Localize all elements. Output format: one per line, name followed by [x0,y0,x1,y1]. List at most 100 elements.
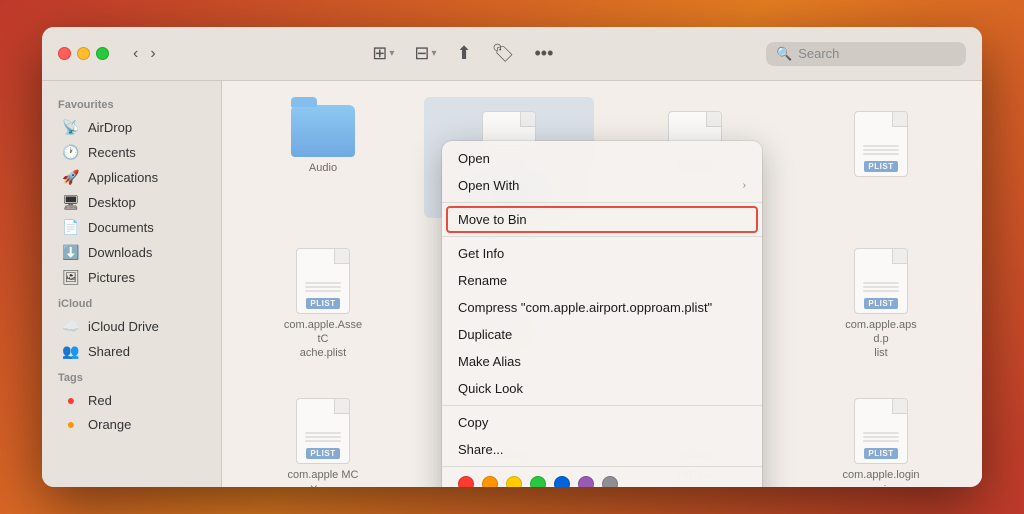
share-icon: ⬆ [457,43,472,64]
chevron-right-icon: › [743,180,746,191]
sidebar-item-label: iCloud Drive [88,319,159,334]
ctx-compress-label: Compress "com.apple.airport.opproam.plis… [458,300,712,315]
red-tag-icon: ● [62,392,80,408]
sidebar-item-label: Desktop [88,195,136,210]
toolbar-center: ⊞ ▾ ⊟ ▾ ⬆ 🏷 ••• [172,39,754,68]
main-content: Audio PLIST com.apple.a.opproam. [222,81,982,487]
sidebar-item-pictures[interactable]: 🖼 Pictures [46,265,217,290]
ctx-quick-look[interactable]: Quick Look [442,375,762,402]
color-dot-yellow[interactable] [506,476,522,487]
shared-icon: 👥 [62,343,80,360]
sidebar-item-label: Shared [88,344,130,359]
sidebar-item-desktop[interactable]: 🖥 Desktop [46,190,217,215]
ctx-separator-2 [442,236,762,237]
sidebar-item-downloads[interactable]: ⬇️ Downloads [46,240,217,265]
window-body: Favourites 📡 AirDrop 🕐 Recents 🚀 Applica… [42,81,982,487]
color-dot-blue[interactable] [554,476,570,487]
finder-window: ‹ › ⊞ ▾ ⊟ ▾ ⬆ 🏷 ••• 🔍 Search [42,27,982,487]
sidebar-item-recents[interactable]: 🕐 Recents [46,140,217,165]
sidebar-item-label: Applications [88,170,158,185]
ctx-separator-4 [442,466,762,467]
tag-button[interactable]: 🏷 [486,39,521,68]
applications-icon: 🚀 [62,169,80,186]
tags-section-title: Tags [42,364,221,388]
desktop-icon: 🖥 [62,194,80,211]
ctx-open-with[interactable]: Open With › [442,172,762,199]
titlebar: ‹ › ⊞ ▾ ⊟ ▾ ⬆ 🏷 ••• 🔍 Search [42,27,982,81]
grid-icon: ⊞ [372,43,387,64]
sidebar-item-label: Downloads [88,245,152,260]
ctx-make-alias-label: Make Alias [458,354,521,369]
ctx-move-to-bin-label: Move to Bin [458,212,527,227]
sidebar-item-label: Red [88,393,112,408]
icloud-icon: ☁️ [62,318,80,335]
list-icon: ⊟ [414,43,429,64]
sidebar-item-shared[interactable]: 👥 Shared [46,339,217,364]
nav-buttons: ‹ › [129,43,160,65]
ctx-share-label: Share... [458,442,504,457]
ctx-copy[interactable]: Copy [442,409,762,436]
ctx-rename[interactable]: Rename [442,267,762,294]
back-button[interactable]: ‹ [129,43,142,65]
ctx-move-to-bin[interactable]: Move to Bin [446,206,758,233]
orange-tag-icon: ● [62,416,80,432]
sidebar-item-documents[interactable]: 📄 Documents [46,215,217,240]
color-dot-gray[interactable] [602,476,618,487]
search-placeholder: Search [798,46,839,61]
minimize-button[interactable] [77,47,90,60]
color-dot-red[interactable] [458,476,474,487]
ctx-duplicate-label: Duplicate [458,327,512,342]
sidebar-item-airdrop[interactable]: 📡 AirDrop [46,115,217,140]
sidebar-item-label: Recents [88,145,136,160]
tag-icon: 🏷 [492,43,515,64]
airdrop-icon: 📡 [62,119,80,136]
maximize-button[interactable] [96,47,109,60]
sidebar: Favourites 📡 AirDrop 🕐 Recents 🚀 Applica… [42,81,222,487]
ctx-quick-look-label: Quick Look [458,381,523,396]
color-dot-purple[interactable] [578,476,594,487]
ctx-make-alias[interactable]: Make Alias [442,348,762,375]
sidebar-item-label: Documents [88,220,154,235]
sidebar-item-red-tag[interactable]: ● Red [46,388,217,412]
ctx-get-info[interactable]: Get Info [442,240,762,267]
view-list-button[interactable]: ⊟ ▾ [408,39,442,68]
close-button[interactable] [58,47,71,60]
ctx-open[interactable]: Open [442,145,762,172]
downloads-icon: ⬇️ [62,244,80,261]
color-dot-row [442,470,762,487]
ctx-open-with-label: Open With [458,178,519,193]
recents-icon: 🕐 [62,144,80,161]
ctx-get-info-label: Get Info [458,246,504,261]
forward-button[interactable]: › [146,43,159,65]
ctx-separator-3 [442,405,762,406]
share-button[interactable]: ⬆ [451,39,478,68]
sidebar-item-label: AirDrop [88,120,132,135]
pictures-icon: 🖼 [62,269,80,286]
ctx-rename-label: Rename [458,273,507,288]
documents-icon: 📄 [62,219,80,236]
sidebar-item-orange-tag[interactable]: ● Orange [46,412,217,436]
ctx-duplicate[interactable]: Duplicate [442,321,762,348]
ctx-separator-1 [442,202,762,203]
chevron-down-icon: ▾ [389,48,394,59]
ctx-share[interactable]: Share... [442,436,762,463]
sidebar-item-label: Pictures [88,270,135,285]
sidebar-item-icloud-drive[interactable]: ☁️ iCloud Drive [46,314,217,339]
ctx-open-label: Open [458,151,490,166]
icloud-section-title: iCloud [42,290,221,314]
context-menu: Open Open With › Move to Bin Get Info Re… [442,141,762,487]
traffic-lights [58,47,109,60]
favourites-section-title: Favourites [42,91,221,115]
ctx-compress[interactable]: Compress "com.apple.airport.opproam.plis… [442,294,762,321]
color-dot-orange[interactable] [482,476,498,487]
more-button[interactable]: ••• [528,39,559,68]
search-box[interactable]: 🔍 Search [766,42,966,66]
sidebar-item-applications[interactable]: 🚀 Applications [46,165,217,190]
color-dot-green[interactable] [530,476,546,487]
chevron-down-icon: ▾ [431,48,436,59]
view-grid-button[interactable]: ⊞ ▾ [366,39,400,68]
sidebar-item-label: Orange [88,417,131,432]
ctx-copy-label: Copy [458,415,488,430]
ellipsis-icon: ••• [534,43,553,64]
search-icon: 🔍 [776,46,792,62]
